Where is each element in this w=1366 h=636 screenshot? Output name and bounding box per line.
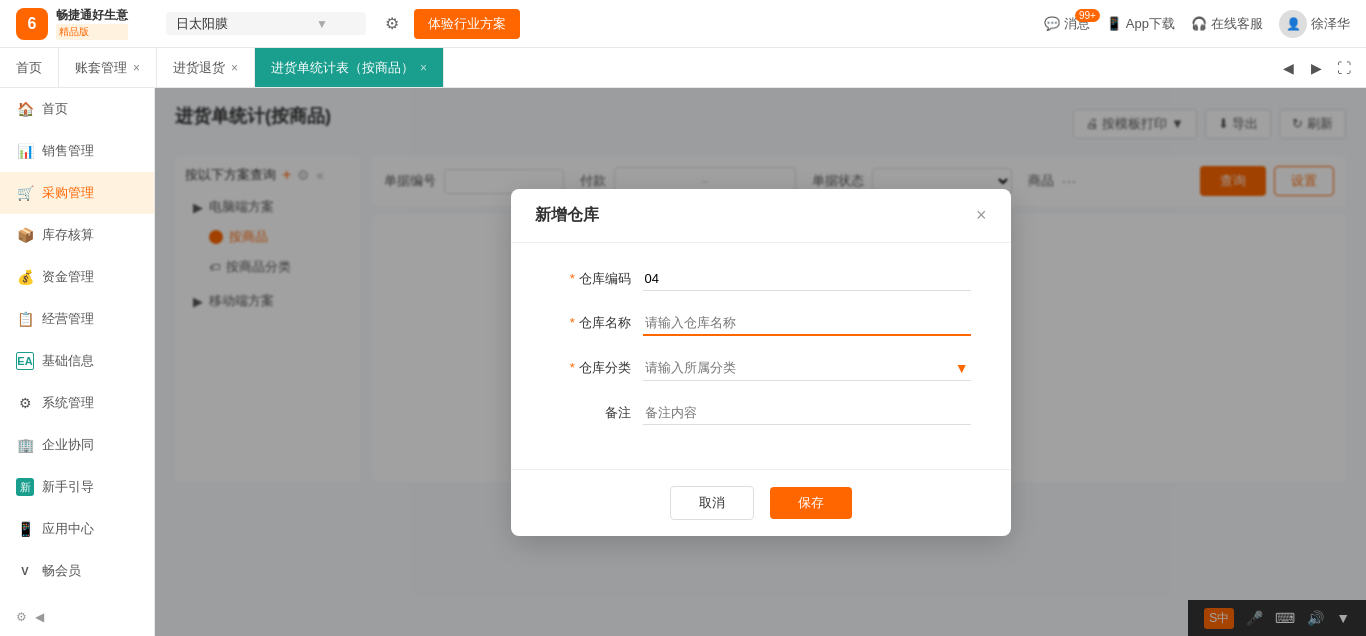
tab-actions: ◀ ▶ ⛶ — [1274, 48, 1366, 87]
app-center-icon: 📱 — [16, 520, 34, 538]
settings-icon[interactable]: ⚙ — [378, 10, 406, 38]
user-menu[interactable]: 👤 徐泽华 — [1279, 10, 1350, 38]
sidebar-item-home[interactable]: 🏠 首页 — [0, 88, 154, 130]
sidebar-item-sales-label: 销售管理 — [42, 142, 94, 160]
sidebar-item-vip[interactable]: V 畅会员 — [0, 550, 154, 592]
form-row-note: 备注 — [551, 401, 971, 425]
modal-footer: 取消 保存 — [511, 469, 1011, 536]
logo-area: 6 畅捷通好生意 精品版 — [16, 7, 166, 40]
modal-title: 新增仓库 — [535, 205, 599, 226]
sidebar-settings-icon[interactable]: ⚙ — [16, 610, 27, 624]
category-arrow-icon: ▼ — [955, 360, 969, 376]
tabbar: 首页 账套管理 × 进货退货 × 进货单统计表（按商品） × ◀ ▶ ⛶ — [0, 48, 1366, 88]
form-row-category: 仓库分类 ▼ — [551, 356, 971, 381]
vip-icon: V — [16, 562, 34, 580]
sidebar-item-operations-label: 经营管理 — [42, 310, 94, 328]
modal-body: 仓库编码 仓库名称 仓库分类 ▼ — [511, 243, 1011, 469]
sidebar-item-finance-label: 资金管理 — [42, 268, 94, 286]
code-label: 仓库编码 — [551, 270, 631, 288]
tab-purchase-return-close[interactable]: × — [231, 61, 238, 75]
enterprise-icon: 🏢 — [16, 436, 34, 454]
sidebar-item-basic-info[interactable]: EA 基础信息 — [0, 340, 154, 382]
purchase-icon: 🛒 — [16, 184, 34, 202]
search-box[interactable]: ▼ — [166, 12, 366, 35]
avatar: 👤 — [1279, 10, 1307, 38]
tab-account[interactable]: 账套管理 × — [59, 48, 157, 87]
tab-purchase-return-label: 进货退货 — [173, 59, 225, 77]
tab-purchase-stats[interactable]: 进货单统计表（按商品） × — [255, 48, 444, 87]
sidebar-item-sales[interactable]: 📊 销售管理 — [0, 130, 154, 172]
sidebar-item-purchase[interactable]: 🛒 采购管理 — [0, 172, 154, 214]
home-icon: 🏠 — [16, 100, 34, 118]
name-label: 仓库名称 — [551, 314, 631, 332]
sidebar-bottom: ⚙ ◀ — [0, 598, 154, 636]
phone-icon: 📱 — [1106, 16, 1122, 31]
note-label: 备注 — [551, 404, 631, 422]
sidebar-item-enterprise-label: 企业协同 — [42, 436, 94, 454]
modal-overlay: 新增仓库 × 仓库编码 仓库名称 仓库分类 — [155, 88, 1366, 636]
code-input[interactable] — [643, 267, 971, 291]
sidebar-item-basic-info-label: 基础信息 — [42, 352, 94, 370]
form-row-code: 仓库编码 — [551, 267, 971, 291]
warehouse-modal: 新增仓库 × 仓库编码 仓库名称 仓库分类 — [511, 189, 1011, 536]
message-icon: 💬 — [1044, 16, 1060, 31]
dropdown-arrow-icon: ▼ — [316, 17, 328, 31]
tab-purchase-stats-label: 进货单统计表（按商品） — [271, 59, 414, 77]
logo-text: 畅捷通好生意 精品版 — [56, 7, 128, 40]
sidebar-item-guide-label: 新手引导 — [42, 478, 94, 496]
guide-icon: 新 — [16, 478, 34, 496]
modal-header: 新增仓库 × — [511, 189, 1011, 243]
topbar: 6 畅捷通好生意 精品版 ▼ ⚙ 体验行业方案 💬 消息 99+ 📱 App下载… — [0, 0, 1366, 48]
search-input[interactable] — [176, 16, 316, 31]
sales-icon: 📊 — [16, 142, 34, 160]
sidebar-item-finance[interactable]: 💰 资金管理 — [0, 256, 154, 298]
online-service-btn[interactable]: 🎧 在线客服 — [1191, 15, 1263, 33]
category-label: 仓库分类 — [551, 359, 631, 377]
tab-purchase-return[interactable]: 进货退货 × — [157, 48, 255, 87]
sidebar-item-purchase-label: 采购管理 — [42, 184, 94, 202]
system-icon: ⚙ — [16, 394, 34, 412]
sidebar-item-app-center-label: 应用中心 — [42, 520, 94, 538]
sidebar-item-inventory[interactable]: 📦 库存核算 — [0, 214, 154, 256]
sidebar-item-vip-label: 畅会员 — [42, 562, 81, 580]
tab-home-label: 首页 — [16, 59, 42, 77]
content-area: 进货单统计(按商品) 🖨 按模板打印 ▼ ⬇ 导出 ↻ 刷新 — [155, 88, 1366, 636]
save-btn[interactable]: 保存 — [770, 487, 852, 519]
sidebar: 🏠 首页 📊 销售管理 🛒 采购管理 📦 库存核算 💰 资金管理 📋 经营管理 … — [0, 88, 155, 636]
tab-account-label: 账套管理 — [75, 59, 127, 77]
note-input[interactable] — [643, 401, 971, 425]
main-layout: 🏠 首页 📊 销售管理 🛒 采购管理 📦 库存核算 💰 资金管理 📋 经营管理 … — [0, 88, 1366, 636]
messages-btn[interactable]: 💬 消息 99+ — [1044, 15, 1090, 33]
tab-home[interactable]: 首页 — [0, 48, 59, 87]
form-row-name: 仓库名称 — [551, 311, 971, 336]
cancel-btn[interactable]: 取消 — [670, 486, 754, 520]
tab-expand-icon[interactable]: ⛶ — [1330, 54, 1358, 82]
sidebar-item-inventory-label: 库存核算 — [42, 226, 94, 244]
topbar-right: 💬 消息 99+ 📱 App下载 🎧 在线客服 👤 徐泽华 — [1044, 10, 1350, 38]
category-input[interactable] — [645, 360, 955, 375]
sidebar-speaker-icon[interactable]: ◀ — [35, 610, 44, 624]
operations-icon: 📋 — [16, 310, 34, 328]
sidebar-item-enterprise[interactable]: 🏢 企业协同 — [0, 424, 154, 466]
app-download-btn[interactable]: 📱 App下载 — [1106, 15, 1175, 33]
name-input[interactable] — [643, 311, 971, 336]
tab-account-close[interactable]: × — [133, 61, 140, 75]
tab-next-icon[interactable]: ▶ — [1302, 54, 1330, 82]
sidebar-item-guide[interactable]: 新 新手引导 — [0, 466, 154, 508]
sidebar-item-operations[interactable]: 📋 经营管理 — [0, 298, 154, 340]
category-select-wrap[interactable]: ▼ — [643, 356, 971, 381]
tab-purchase-stats-close[interactable]: × — [420, 61, 427, 75]
sidebar-item-home-label: 首页 — [42, 100, 68, 118]
basic-info-icon: EA — [16, 352, 34, 370]
sidebar-item-app-center[interactable]: 📱 应用中心 — [0, 508, 154, 550]
tab-prev-icon[interactable]: ◀ — [1274, 54, 1302, 82]
sidebar-item-system[interactable]: ⚙ 系统管理 — [0, 382, 154, 424]
experience-btn[interactable]: 体验行业方案 — [414, 9, 520, 39]
finance-icon: 💰 — [16, 268, 34, 286]
modal-close-btn[interactable]: × — [976, 205, 987, 226]
logo-icon: 6 — [16, 8, 48, 40]
inventory-icon: 📦 — [16, 226, 34, 244]
sidebar-item-system-label: 系统管理 — [42, 394, 94, 412]
headset-icon: 🎧 — [1191, 16, 1207, 31]
